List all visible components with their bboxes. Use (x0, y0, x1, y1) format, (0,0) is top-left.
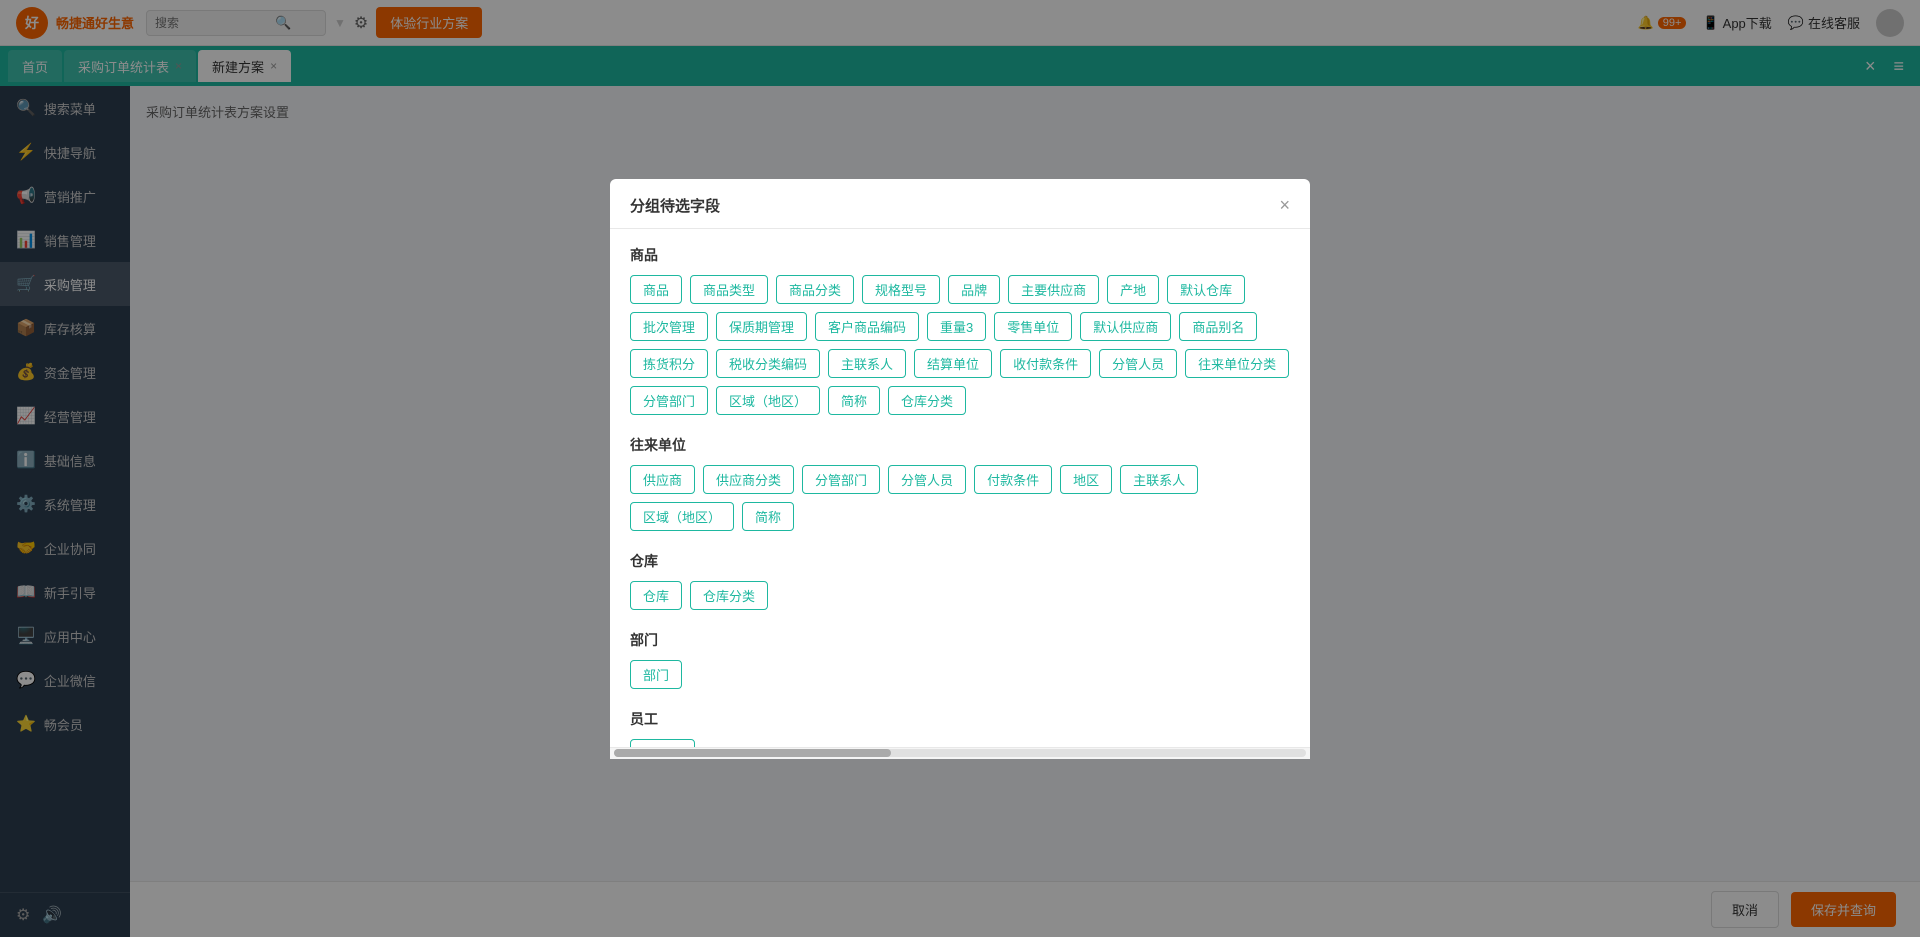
field-group-3: 部门部门 (630, 630, 1290, 689)
modal-scroll-thumb (614, 749, 891, 757)
field-group-title-0: 商品 (630, 245, 1290, 265)
field-tag-1-2[interactable]: 分管部门 (802, 465, 880, 494)
field-tag-0-7[interactable]: 默认仓库 (1167, 275, 1245, 304)
field-tag-1-0[interactable]: 供应商 (630, 465, 695, 494)
field-tag-0-13[interactable]: 默认供应商 (1080, 312, 1171, 341)
modal-header: 分组待选字段 × (610, 179, 1310, 229)
field-tag-1-1[interactable]: 供应商分类 (703, 465, 794, 494)
field-tag-0-4[interactable]: 品牌 (948, 275, 1000, 304)
field-tag-0-16[interactable]: 税收分类编码 (716, 349, 820, 378)
field-tag-0-11[interactable]: 重量3 (927, 312, 986, 341)
field-tag-2-1[interactable]: 仓库分类 (690, 581, 768, 610)
field-tag-0-25[interactable]: 仓库分类 (888, 386, 966, 415)
modal-close-button[interactable]: × (1279, 195, 1290, 216)
field-tag-0-20[interactable]: 分管人员 (1099, 349, 1177, 378)
field-group-title-4: 员工 (630, 709, 1290, 729)
field-tag-0-0[interactable]: 商品 (630, 275, 682, 304)
modal-title: 分组待选字段 (630, 195, 720, 216)
field-tag-1-8[interactable]: 简称 (742, 502, 794, 531)
field-tag-0-14[interactable]: 商品别名 (1179, 312, 1257, 341)
field-tag-0-10[interactable]: 客户商品编码 (815, 312, 919, 341)
field-tag-0-17[interactable]: 主联系人 (828, 349, 906, 378)
field-tag-0-18[interactable]: 结算单位 (914, 349, 992, 378)
field-tag-1-4[interactable]: 付款条件 (974, 465, 1052, 494)
field-tag-0-19[interactable]: 收付款条件 (1000, 349, 1091, 378)
field-tag-0-24[interactable]: 简称 (828, 386, 880, 415)
field-group-1: 往来单位供应商供应商分类分管部门分管人员付款条件地区主联系人区域（地区） 简称 (630, 435, 1290, 531)
field-tag-0-12[interactable]: 零售单位 (994, 312, 1072, 341)
field-group-4: 员工业务员 (630, 709, 1290, 747)
field-tag-0-2[interactable]: 商品分类 (776, 275, 854, 304)
field-group-2: 仓库仓库仓库分类 (630, 551, 1290, 610)
field-tag-0-3[interactable]: 规格型号 (862, 275, 940, 304)
field-tag-0-6[interactable]: 产地 (1107, 275, 1159, 304)
field-tag-1-6[interactable]: 主联系人 (1120, 465, 1198, 494)
modal-scroll-bar (610, 747, 1310, 759)
field-tag-2-0[interactable]: 仓库 (630, 581, 682, 610)
field-tag-0-23[interactable]: 区域（地区） (716, 386, 820, 415)
field-tag-0-8[interactable]: 批次管理 (630, 312, 708, 341)
modal: 分组待选字段 × 商品商品商品类型商品分类规格型号品牌主要供应商产地默认仓库批次… (610, 179, 1310, 759)
field-group-title-3: 部门 (630, 630, 1290, 650)
field-tag-0-5[interactable]: 主要供应商 (1008, 275, 1099, 304)
field-tags-4: 业务员 (630, 739, 1290, 747)
field-tag-3-0[interactable]: 部门 (630, 660, 682, 689)
field-group-0: 商品商品商品类型商品分类规格型号品牌主要供应商产地默认仓库批次管理保质期管理客户… (630, 245, 1290, 415)
field-tag-0-1[interactable]: 商品类型 (690, 275, 768, 304)
field-tags-3: 部门 (630, 660, 1290, 689)
field-group-title-2: 仓库 (630, 551, 1290, 571)
field-tags-1: 供应商供应商分类分管部门分管人员付款条件地区主联系人区域（地区） 简称 (630, 465, 1290, 531)
modal-scroll-inner (614, 749, 1306, 757)
field-tag-1-5[interactable]: 地区 (1060, 465, 1112, 494)
field-tag-0-21[interactable]: 往来单位分类 (1185, 349, 1289, 378)
field-tag-0-15[interactable]: 拣货积分 (630, 349, 708, 378)
field-tag-1-7[interactable]: 区域（地区） (630, 502, 734, 531)
field-tag-4-0[interactable]: 业务员 (630, 739, 695, 747)
field-tag-0-9[interactable]: 保质期管理 (716, 312, 807, 341)
modal-body: 商品商品商品类型商品分类规格型号品牌主要供应商产地默认仓库批次管理保质期管理客户… (610, 229, 1310, 747)
field-group-title-1: 往来单位 (630, 435, 1290, 455)
field-tag-0-22[interactable]: 分管部门 (630, 386, 708, 415)
field-tags-2: 仓库仓库分类 (630, 581, 1290, 610)
modal-overlay: 分组待选字段 × 商品商品商品类型商品分类规格型号品牌主要供应商产地默认仓库批次… (0, 0, 1920, 937)
field-tag-1-3[interactable]: 分管人员 (888, 465, 966, 494)
field-tags-0: 商品商品类型商品分类规格型号品牌主要供应商产地默认仓库批次管理保质期管理客户商品… (630, 275, 1290, 415)
